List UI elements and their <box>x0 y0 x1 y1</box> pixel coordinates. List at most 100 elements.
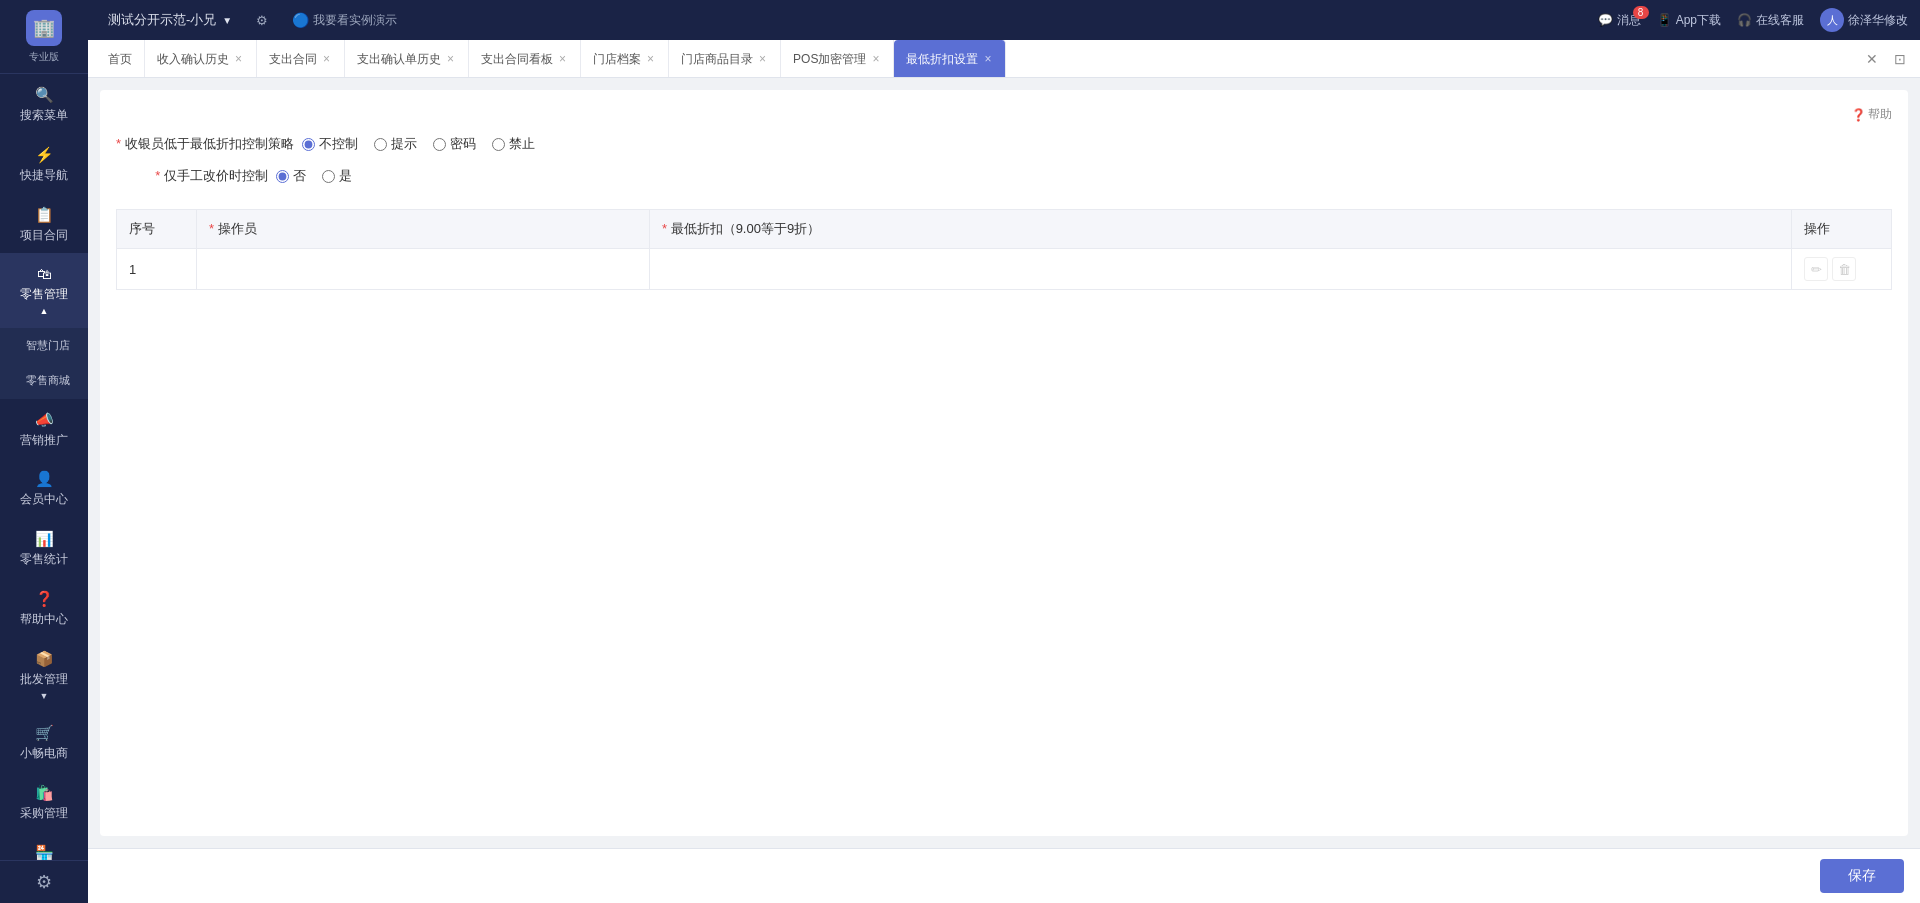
col-operator: 操作员 <box>197 210 650 249</box>
topbar-app-download[interactable]: 📱 App下载 <box>1657 12 1721 29</box>
settings-section: 收银员低于最低折扣控制策略 不控制 提示 密码 <box>116 135 1892 185</box>
sidebar-item-purchase[interactable]: 🛍️ 采购管理 <box>0 772 88 832</box>
policy-option-prompt[interactable]: 提示 <box>374 135 417 153</box>
wholesale-icon: 📦 <box>35 648 54 669</box>
sidebar-item-inventory[interactable]: 🏪 库存核算 <box>0 832 88 860</box>
sidebar-search-label: 搜索菜单 <box>20 107 68 124</box>
service-icon: 🎧 <box>1737 13 1752 27</box>
topbar-user[interactable]: 人 徐泽华修改 <box>1820 8 1908 32</box>
tab-label: 门店档案 <box>593 51 641 68</box>
tab-close-icon[interactable]: × <box>445 51 456 67</box>
tab-item[interactable]: 最低折扣设置× <box>894 40 1006 78</box>
tab-label: 支出合同 <box>269 51 317 68</box>
col-seq: 序号 <box>117 210 197 249</box>
sidebar-item-ecommerce[interactable]: 🛒 小畅电商 <box>0 712 88 772</box>
topbar-service-label: 在线客服 <box>1756 12 1804 29</box>
tab-close-icon[interactable]: × <box>321 51 332 67</box>
policy-option-no-control[interactable]: 不控制 <box>302 135 358 153</box>
tab-close-icon[interactable]: × <box>557 51 568 67</box>
sidebar-nav: ⚡ 快捷导航 📋 项目合同 🛍 零售管理 ▲ 智慧门店 零售商城 📣 营销推广 … <box>0 134 88 860</box>
tab-item[interactable]: 支出合同× <box>257 40 345 78</box>
row-delete-btn[interactable]: 🗑 <box>1832 257 1856 281</box>
help-link-icon: ❓ <box>1851 108 1866 122</box>
sidebar-purchase-label: 采购管理 <box>20 805 68 822</box>
demo-circle-icon: 🔵 <box>292 12 309 28</box>
policy-label: 收银员低于最低折扣控制策略 <box>116 135 302 153</box>
logo-text: 专业版 <box>29 50 59 63</box>
sidebar-item-wholesale[interactable]: 📦 批发管理 ▼ <box>0 638 88 712</box>
sidebar-item-retail-stats[interactable]: 📊 零售统计 <box>0 518 88 578</box>
stats-icon: 📊 <box>35 528 54 549</box>
sidebar-item-retail-mgmt[interactable]: 🛍 零售管理 ▲ <box>0 253 88 327</box>
help-link[interactable]: ❓ 帮助 <box>1851 106 1892 123</box>
topbar-download-label: App下载 <box>1676 12 1721 29</box>
marketing-icon: 📣 <box>35 409 54 430</box>
col-discount: 最低折扣（9.00等于9折） <box>649 210 1791 249</box>
manual-label: 仅手工改价时控制 <box>116 167 276 185</box>
topbar-user-name: 徐泽华修改 <box>1848 12 1908 29</box>
tab-label: 门店商品目录 <box>681 51 753 68</box>
topbar-project[interactable]: 测试分开示范-小兄 ▼ <box>100 7 240 33</box>
cell-actions: ✏ 🗑 <box>1792 249 1892 290</box>
manual-option-yes[interactable]: 是 <box>322 167 352 185</box>
retail-icon: 🛍 <box>37 263 52 284</box>
sidebar-help-label: 帮助中心 <box>20 611 68 628</box>
topbar-demo-link[interactable]: 🔵 我要看实例演示 <box>284 8 405 33</box>
tab-close-icon[interactable]: × <box>645 51 656 67</box>
policy-row: 收银员低于最低折扣控制策略 不控制 提示 密码 <box>116 135 1892 153</box>
table-header: 序号 操作员 最低折扣（9.00等于9折） 操作 <box>117 210 1892 249</box>
messages-badge: 8 <box>1633 6 1649 19</box>
topbar-left: 测试分开示范-小兄 ▼ ⚙ 🔵 我要看实例演示 <box>100 6 1598 34</box>
tab-item[interactable]: 支出确认单历史× <box>345 40 469 78</box>
topbar-settings-btn[interactable]: ⚙ <box>248 6 276 34</box>
tab-expand-btn[interactable]: ⊡ <box>1888 47 1912 71</box>
tab-item[interactable]: 收入确认历史× <box>145 40 257 78</box>
sidebar-item-marketing[interactable]: 📣 营销推广 <box>0 399 88 459</box>
tab-close-btn[interactable]: ✕ <box>1860 47 1884 71</box>
table-header-row: 序号 操作员 最低折扣（9.00等于9折） 操作 <box>117 210 1892 249</box>
sidebar-item-retail-mall[interactable]: 零售商城 <box>0 363 88 398</box>
sidebar-item-member[interactable]: 👤 会员中心 <box>0 458 88 518</box>
sidebar-item-shortcut[interactable]: ⚡ 快捷导航 <box>0 134 88 194</box>
sidebar-item-project-contract[interactable]: 📋 项目合同 <box>0 194 88 254</box>
smart-store-label: 智慧门店 <box>26 338 70 353</box>
save-button[interactable]: 保存 <box>1820 859 1904 893</box>
tab-label: POS加密管理 <box>793 51 866 68</box>
tab-close-icon[interactable]: × <box>233 51 244 67</box>
ecommerce-icon: 🛒 <box>35 722 54 743</box>
tab-close-icon[interactable]: × <box>870 51 881 67</box>
topbar-project-name: 测试分开示范-小兄 <box>108 11 216 29</box>
sidebar-item-help[interactable]: ❓ 帮助中心 <box>0 578 88 638</box>
cell-seq: 1 <box>117 249 197 290</box>
topbar-messages[interactable]: 💬 消息 8 <box>1598 12 1641 29</box>
manual-yes-label: 是 <box>339 167 352 185</box>
main-area: 测试分开示范-小兄 ▼ ⚙ 🔵 我要看实例演示 💬 消息 8 📱 App下载 <box>88 0 1920 903</box>
sidebar-item-smart-store[interactable]: 智慧门店 <box>0 328 88 363</box>
table-wrapper: 序号 操作员 最低折扣（9.00等于9折） 操作 1 <box>116 201 1892 290</box>
sidebar-settings-icon[interactable]: ⚙ <box>36 871 52 893</box>
tab-item[interactable]: 门店商品目录× <box>669 40 781 78</box>
sidebar-wholesale-label: 批发管理 <box>20 671 68 688</box>
topbar-online-service[interactable]: 🎧 在线客服 <box>1737 12 1804 29</box>
sidebar-shortcut-label: 快捷导航 <box>20 167 68 184</box>
tab-close-icon[interactable]: × <box>757 51 768 67</box>
tab-item[interactable]: 门店档案× <box>581 40 669 78</box>
purchase-icon: 🛍️ <box>35 782 54 803</box>
tab-item[interactable]: 支出合同看板× <box>469 40 581 78</box>
search-icon: 🔍 <box>35 84 54 105</box>
table-body: 1 ✏ 🗑 <box>117 249 1892 290</box>
help-link-label: 帮助 <box>1868 106 1892 123</box>
tab-close-icon[interactable]: × <box>982 51 993 67</box>
manual-row: 仅手工改价时控制 否 是 <box>116 167 1892 185</box>
tab-label: 支出确认单历史 <box>357 51 441 68</box>
retail-mall-label: 零售商城 <box>26 373 70 388</box>
policy-option-forbid[interactable]: 禁止 <box>492 135 535 153</box>
tab-label: 支出合同看板 <box>481 51 553 68</box>
sidebar-item-search[interactable]: 🔍 搜索菜单 <box>0 74 88 134</box>
tab-item[interactable]: 首页 <box>96 40 145 78</box>
tab-item[interactable]: POS加密管理× <box>781 40 894 78</box>
cell-operator <box>197 249 650 290</box>
row-edit-btn[interactable]: ✏ <box>1804 257 1828 281</box>
policy-option-password[interactable]: 密码 <box>433 135 476 153</box>
manual-option-no[interactable]: 否 <box>276 167 306 185</box>
